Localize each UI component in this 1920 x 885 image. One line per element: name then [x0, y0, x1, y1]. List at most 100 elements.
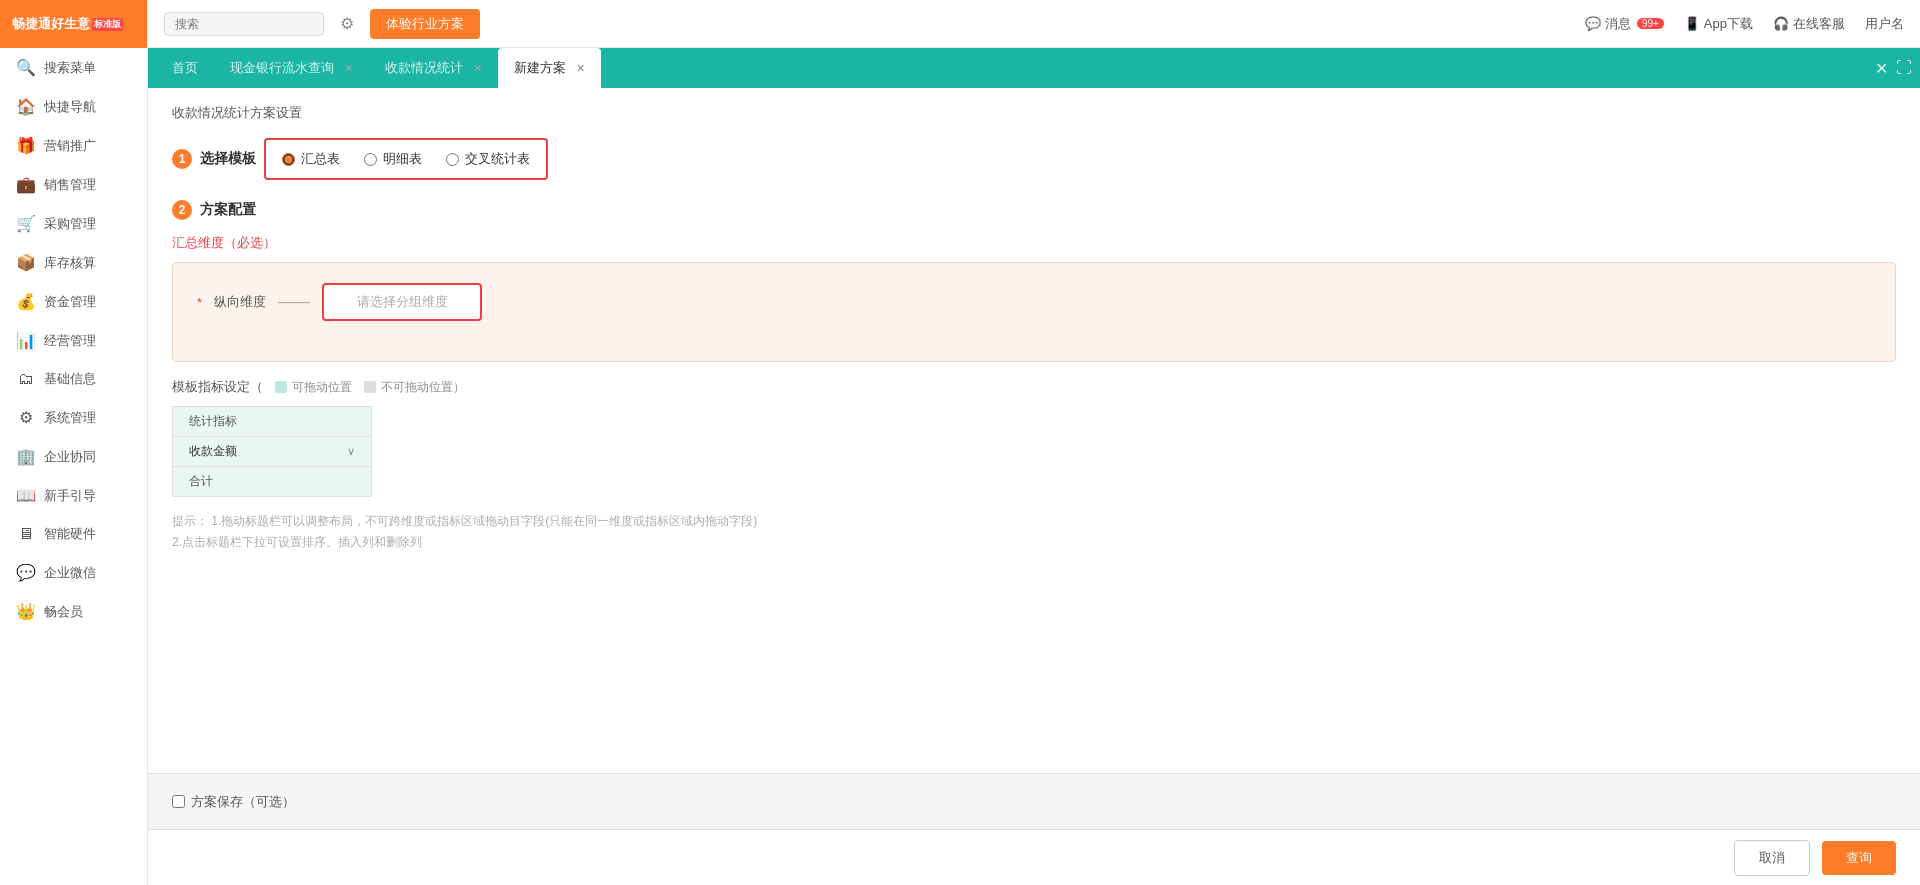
- sidebar-label-quick-nav: 快捷导航: [44, 98, 96, 116]
- download-icon: 📱: [1684, 16, 1700, 31]
- metrics-setting: 模板指标设定（ 可拖动位置 不可拖动位置）: [172, 378, 1896, 497]
- sidebar-item-enterprise-wechat[interactable]: 💬企业微信: [0, 553, 147, 592]
- tab-close-new-plan[interactable]: ✕: [576, 62, 585, 75]
- sidebar-label-newbie-guide: 新手引导: [44, 487, 96, 505]
- sidebar-label-enterprise-wechat: 企业微信: [44, 564, 96, 582]
- dimension-arrow: ——: [278, 293, 310, 311]
- enterprise-collab-icon: 🏢: [16, 447, 36, 466]
- footer-bar: 方案保存（可选）: [148, 773, 1920, 829]
- sidebar-item-sales[interactable]: 💼销售管理: [0, 165, 147, 204]
- newbie-guide-icon: 📖: [16, 486, 36, 505]
- hint-2: 2.点击标题栏下拉可设置排序、插入列和删除列: [172, 534, 1896, 551]
- cancel-button[interactable]: 取消: [1734, 840, 1810, 876]
- stats-table-area: 统计指标 收款金额 ∨ 合计: [172, 406, 372, 497]
- draggable-label: 可拖动位置: [292, 379, 352, 396]
- sidebar-label-operations: 经营管理: [44, 332, 96, 350]
- tab-label-new-plan: 新建方案: [514, 59, 566, 77]
- chevron-down-icon[interactable]: ∨: [347, 445, 355, 458]
- sidebar-item-quick-nav[interactable]: 🏠快捷导航: [0, 87, 147, 126]
- marketing-icon: 🎁: [16, 136, 36, 155]
- notification-badge: 99+: [1637, 18, 1664, 29]
- sidebar-logo: 畅捷通好生意 标准版: [0, 0, 147, 48]
- metrics-label-row: 模板指标设定（ 可拖动位置 不可拖动位置）: [172, 378, 1896, 396]
- smart-hardware-icon: 🖥: [16, 525, 36, 543]
- sidebar-item-enterprise-collab[interactable]: 🏢 企业协同: [0, 437, 147, 476]
- maximize-icon[interactable]: ⛶: [1896, 59, 1912, 77]
- notification-item[interactable]: 💬 消息 99+: [1585, 15, 1664, 33]
- sidebar-item-search[interactable]: 🔍搜索菜单: [0, 48, 147, 87]
- operations-icon: 📊: [16, 331, 36, 350]
- radio-summary-label: 汇总表: [301, 150, 340, 168]
- dimension-selector[interactable]: 请选择分组维度: [322, 283, 482, 321]
- vertical-dim-label: 纵向维度: [214, 293, 266, 311]
- sidebar-label-search: 搜索菜单: [44, 59, 96, 77]
- sidebar-item-vip-member[interactable]: 👑畅会员: [0, 592, 147, 631]
- sidebar-item-smart-hardware[interactable]: 🖥 智能硬件: [0, 515, 147, 553]
- sidebar-item-inventory[interactable]: 📦库存核算: [0, 243, 147, 282]
- sidebar-item-purchase[interactable]: 🛒采购管理: [0, 204, 147, 243]
- logo-text: 畅捷通好生意: [12, 15, 90, 33]
- save-checkbox[interactable]: [172, 795, 185, 808]
- radio-summary[interactable]: 汇总表: [282, 150, 340, 168]
- radio-cross-label: 交叉统计表: [465, 150, 530, 168]
- step2-circle: 2: [172, 200, 192, 220]
- basic-info-icon: 🗂: [16, 370, 36, 388]
- download-label: App下载: [1704, 15, 1753, 33]
- sidebar-item-marketing[interactable]: 🎁 营销推广: [0, 126, 147, 165]
- sidebar-item-funds[interactable]: 💰资金管理: [0, 282, 147, 321]
- step2-section: 2 方案配置 汇总维度（必选） * 纵向维度 ——: [172, 200, 1896, 551]
- sidebar-label-basic-info: 基础信息: [44, 370, 96, 388]
- action-bar: 取消 查询: [148, 829, 1920, 885]
- tab-receipt-stats[interactable]: 收款情况统计 ✕: [369, 48, 498, 88]
- non-draggable-legend: 不可拖动位置）: [364, 379, 465, 396]
- tab-label-home: 首页: [172, 59, 198, 77]
- radio-cross[interactable]: 交叉统计表: [446, 150, 530, 168]
- sidebar-label-purchase: 采购管理: [44, 215, 96, 233]
- tab-label-receipt-stats: 收款情况统计: [385, 59, 463, 77]
- stats-table-cell-amount[interactable]: 收款金额 ∨: [173, 437, 371, 467]
- chat-item[interactable]: 🎧 在线客服: [1773, 15, 1845, 33]
- dimension-area: * 纵向维度 —— 请选择分组维度: [172, 262, 1896, 362]
- gear-icon[interactable]: ⚙: [340, 14, 354, 33]
- sidebar-label-sales: 销售管理: [44, 176, 96, 194]
- tab-close-bank-flow[interactable]: ✕: [344, 62, 353, 75]
- draggable-legend: 可拖动位置: [275, 379, 352, 396]
- tab-bank-flow[interactable]: 现金银行流水查询✕: [214, 48, 369, 88]
- sidebar-label-marketing: 营销推广: [44, 137, 96, 155]
- tabbar: 首页现金银行流水查询✕ 收款情况统计 ✕ 新建方案 ✕ ✕ ⛶: [148, 48, 1920, 88]
- trial-button[interactable]: 体验行业方案: [370, 9, 480, 39]
- tab-new-plan[interactable]: 新建方案 ✕: [498, 48, 601, 88]
- radio-detail-label: 明细表: [383, 150, 422, 168]
- inventory-icon: 📦: [16, 253, 36, 272]
- search-input[interactable]: [164, 12, 324, 36]
- user-item[interactable]: 用户名: [1865, 15, 1904, 33]
- sidebar-item-basic-info[interactable]: 🗂 基础信息: [0, 360, 147, 398]
- metrics-setting-label: 模板指标设定（: [172, 378, 263, 396]
- radio-detail[interactable]: 明细表: [364, 150, 422, 168]
- page-title: 收款情况统计方案设置: [172, 104, 1896, 122]
- query-button[interactable]: 查询: [1822, 841, 1896, 875]
- sidebar-item-newbie-guide[interactable]: 📖 新手引导: [0, 476, 147, 515]
- save-option-row: 方案保存（可选）: [172, 793, 295, 811]
- close-window-icon[interactable]: ✕: [1875, 59, 1888, 78]
- chat-icon: 🎧: [1773, 16, 1789, 31]
- stats-table-subtotal: 合计: [173, 467, 371, 496]
- non-draggable-dot: [364, 381, 376, 393]
- content-inner: 收款情况统计方案设置 1 选择模板 汇总表: [148, 88, 1920, 773]
- sidebar-item-operations[interactable]: 📊 经营管理: [0, 321, 147, 360]
- step2-header: 2 方案配置: [172, 200, 1896, 220]
- stats-table-header: 统计指标: [173, 407, 371, 437]
- tab-home[interactable]: 首页: [156, 48, 214, 88]
- sidebar-label-enterprise-collab: 企业协同: [44, 448, 96, 466]
- download-item[interactable]: 📱 App下载: [1684, 15, 1753, 33]
- sidebar-label-vip-member: 畅会员: [44, 603, 83, 621]
- hint-1: 提示： 1.拖动标题栏可以调整布局，不可跨维度或指标区域拖动目字段(只能在同一维…: [172, 513, 1896, 530]
- dimension-row: * 纵向维度 —— 请选择分组维度: [197, 283, 1871, 321]
- sidebar-label-smart-hardware: 智能硬件: [44, 525, 96, 543]
- topbar-right: 💬 消息 99+ 📱 App下载 🎧 在线客服 用户名: [1585, 15, 1904, 33]
- dimension-label-text: 汇总维度（必选）: [172, 235, 276, 250]
- sidebar-item-system[interactable]: ⚙系统管理: [0, 398, 147, 437]
- step1-header: 1 选择模板 汇总表 明细表: [172, 138, 1896, 180]
- tab-close-receipt-stats[interactable]: ✕: [473, 62, 482, 75]
- tabbar-right: ✕ ⛶: [1875, 59, 1912, 78]
